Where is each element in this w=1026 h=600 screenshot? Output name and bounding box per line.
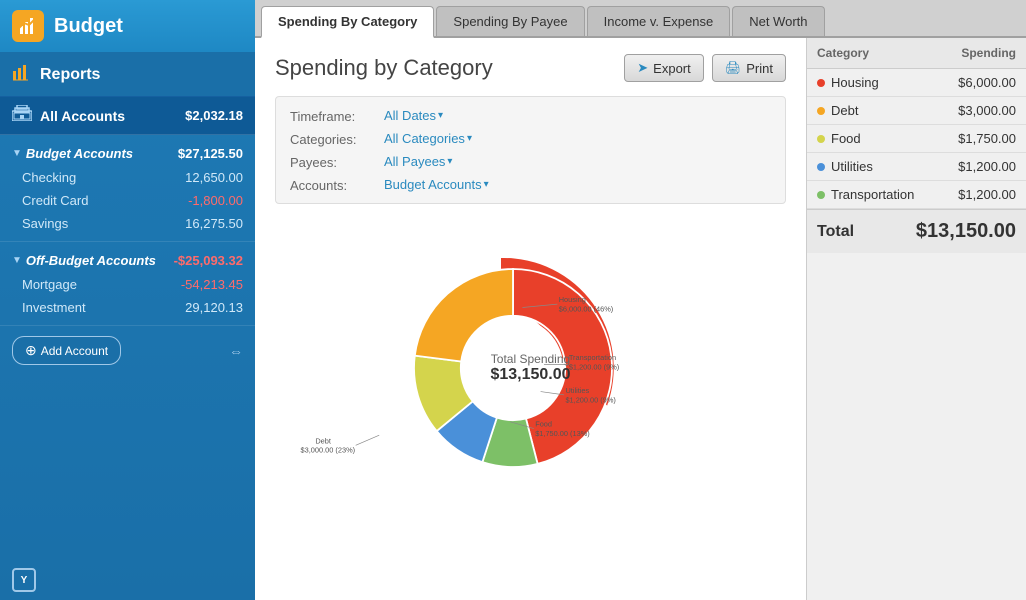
payees-label: Payees: xyxy=(290,153,380,170)
list-item[interactable]: Housing $6,000.00 xyxy=(807,69,1026,97)
list-item[interactable]: Investment 29,120.13 xyxy=(0,296,255,319)
list-item[interactable]: Credit Card -1,800.00 xyxy=(0,189,255,212)
svg-text:$6,000.00 (46%): $6,000.00 (46%) xyxy=(559,305,614,314)
transportation-row-amount: $1,200.00 xyxy=(958,187,1016,202)
tab-net-worth[interactable]: Net Worth xyxy=(732,6,824,36)
list-item[interactable]: Utilities $1,200.00 xyxy=(807,153,1026,181)
chart-labels: Housing $6,000.00 (46%) Transportation $… xyxy=(275,218,786,518)
budget-accounts-header[interactable]: ▼ Budget Accounts $27,125.50 xyxy=(0,141,255,166)
all-accounts-item[interactable]: All Accounts $2,032.18 xyxy=(0,97,255,135)
all-accounts-icon xyxy=(12,105,32,126)
svg-text:Transportation: Transportation xyxy=(569,353,616,362)
food-row-label: Food xyxy=(831,131,861,146)
report-actions: ➤ Export 🖨 Print xyxy=(624,54,786,82)
sidebar: Budget Reports All Accounts $2,032.18 xyxy=(0,0,255,600)
budget-accounts-amount: $27,125.50 xyxy=(178,146,243,161)
add-account-button[interactable]: ⊕ Add Account xyxy=(12,336,121,365)
housing-row-label: Housing xyxy=(831,75,879,90)
transportation-row-label: Transportation xyxy=(831,187,914,202)
arrows-icon: ⇔ xyxy=(229,343,243,359)
off-budget-accounts-amount: -$25,093.32 xyxy=(174,253,243,268)
tab-income-vs-expense[interactable]: Income v. Expense xyxy=(587,6,731,36)
housing-dot xyxy=(817,79,825,87)
list-item[interactable]: Checking 12,650.00 xyxy=(0,166,255,189)
category-column-header: Category xyxy=(817,46,869,60)
add-account-row: ⊕ Add Account ⇔ xyxy=(0,326,255,375)
spending-column-header: Spending xyxy=(961,46,1016,60)
right-panel: Category Spending Housing $6,000.00 Debt xyxy=(806,38,1026,600)
sidebar-reports-item[interactable]: Reports xyxy=(0,53,255,97)
utilities-row-amount: $1,200.00 xyxy=(958,159,1016,174)
budget-icon xyxy=(12,10,44,42)
total-row: Total $13,150.00 xyxy=(807,209,1026,253)
svg-text:$1,200.00 (9%): $1,200.00 (9%) xyxy=(565,395,615,404)
food-dot xyxy=(817,135,825,143)
svg-text:Housing: Housing xyxy=(559,295,586,304)
utilities-row-label: Utilities xyxy=(831,159,873,174)
accounts-label: Accounts: xyxy=(290,176,380,193)
right-panel-header: Category Spending xyxy=(807,38,1026,69)
list-item[interactable]: Savings 16,275.50 xyxy=(0,212,255,235)
categories-label: Categories: xyxy=(290,130,380,147)
main-content: Spending By Category Spending By Payee I… xyxy=(255,0,1026,600)
export-icon: ➤ xyxy=(637,60,648,76)
report-title-bar: Spending by Category ➤ Export 🖨 Print xyxy=(275,54,786,82)
off-budget-accounts-header[interactable]: ▼ Off-Budget Accounts -$25,093.32 xyxy=(0,248,255,273)
list-item[interactable]: Food $1,750.00 xyxy=(807,125,1026,153)
print-icon: 🖨 xyxy=(725,60,742,76)
transportation-dot xyxy=(817,191,825,199)
budget-accounts-section: ▼ Budget Accounts $27,125.50 Checking 12… xyxy=(0,135,255,242)
budget-accounts-title: ▼ Budget Accounts xyxy=(12,146,133,161)
total-amount: $13,150.00 xyxy=(916,220,1016,243)
off-budget-accounts-title: ▼ Off-Budget Accounts xyxy=(12,253,156,268)
list-item[interactable]: Mortgage -54,213.45 xyxy=(0,273,255,296)
categories-filter[interactable]: All Categories xyxy=(384,130,771,147)
timeframe-filter[interactable]: All Dates xyxy=(384,107,771,124)
tab-bar: Spending By Category Spending By Payee I… xyxy=(255,0,1026,38)
off-budget-accounts-section: ▼ Off-Budget Accounts -$25,093.32 Mortga… xyxy=(0,242,255,326)
export-button[interactable]: ➤ Export xyxy=(624,54,703,82)
svg-text:Food: Food xyxy=(535,419,552,428)
svg-text:$1,200.00 (9%): $1,200.00 (9%) xyxy=(569,362,619,371)
filters-panel: Timeframe: All Dates Categories: All Cat… xyxy=(275,96,786,204)
reports-icon xyxy=(12,63,30,86)
ynab-logo: Y xyxy=(12,568,36,592)
all-accounts-value: $2,032.18 xyxy=(185,108,243,123)
report-title: Spending by Category xyxy=(275,55,493,81)
list-item[interactable]: Debt $3,000.00 xyxy=(807,97,1026,125)
accounts-filter[interactable]: Budget Accounts xyxy=(384,176,771,193)
sidebar-header[interactable]: Budget xyxy=(0,0,255,53)
plus-icon: ⊕ xyxy=(25,342,37,359)
housing-row-amount: $6,000.00 xyxy=(958,75,1016,90)
report-panel: Spending by Category ➤ Export 🖨 Print Ti… xyxy=(255,38,806,600)
print-button[interactable]: 🖨 Print xyxy=(712,54,786,82)
right-panel-rows: Housing $6,000.00 Debt $3,000.00 Food xyxy=(807,69,1026,209)
all-accounts-label: All Accounts xyxy=(40,108,177,124)
debt-row-amount: $3,000.00 xyxy=(958,103,1016,118)
svg-text:$1,750.00 (13%): $1,750.00 (13%) xyxy=(535,429,590,438)
sidebar-footer: Y xyxy=(0,560,255,600)
sidebar-budget-label: Budget xyxy=(54,15,123,38)
reports-label: Reports xyxy=(40,66,100,84)
chart-area: Total Spending $13,150.00 Housing $6,000… xyxy=(275,218,786,518)
content-area: Spending by Category ➤ Export 🖨 Print Ti… xyxy=(255,38,1026,600)
tab-spending-by-category[interactable]: Spending By Category xyxy=(261,6,434,38)
list-item[interactable]: Transportation $1,200.00 xyxy=(807,181,1026,209)
tab-spending-by-payee[interactable]: Spending By Payee xyxy=(436,6,584,36)
svg-text:$3,000.00 (23%): $3,000.00 (23%) xyxy=(301,446,356,455)
timeframe-label: Timeframe: xyxy=(290,107,380,124)
debt-row-label: Debt xyxy=(831,103,858,118)
food-row-amount: $1,750.00 xyxy=(958,131,1016,146)
payees-filter[interactable]: All Payees xyxy=(384,153,771,170)
svg-text:Debt: Debt xyxy=(315,436,331,445)
total-label: Total xyxy=(817,223,854,241)
utilities-dot xyxy=(817,163,825,171)
debt-dot xyxy=(817,107,825,115)
svg-text:Utilities: Utilities xyxy=(565,386,589,395)
